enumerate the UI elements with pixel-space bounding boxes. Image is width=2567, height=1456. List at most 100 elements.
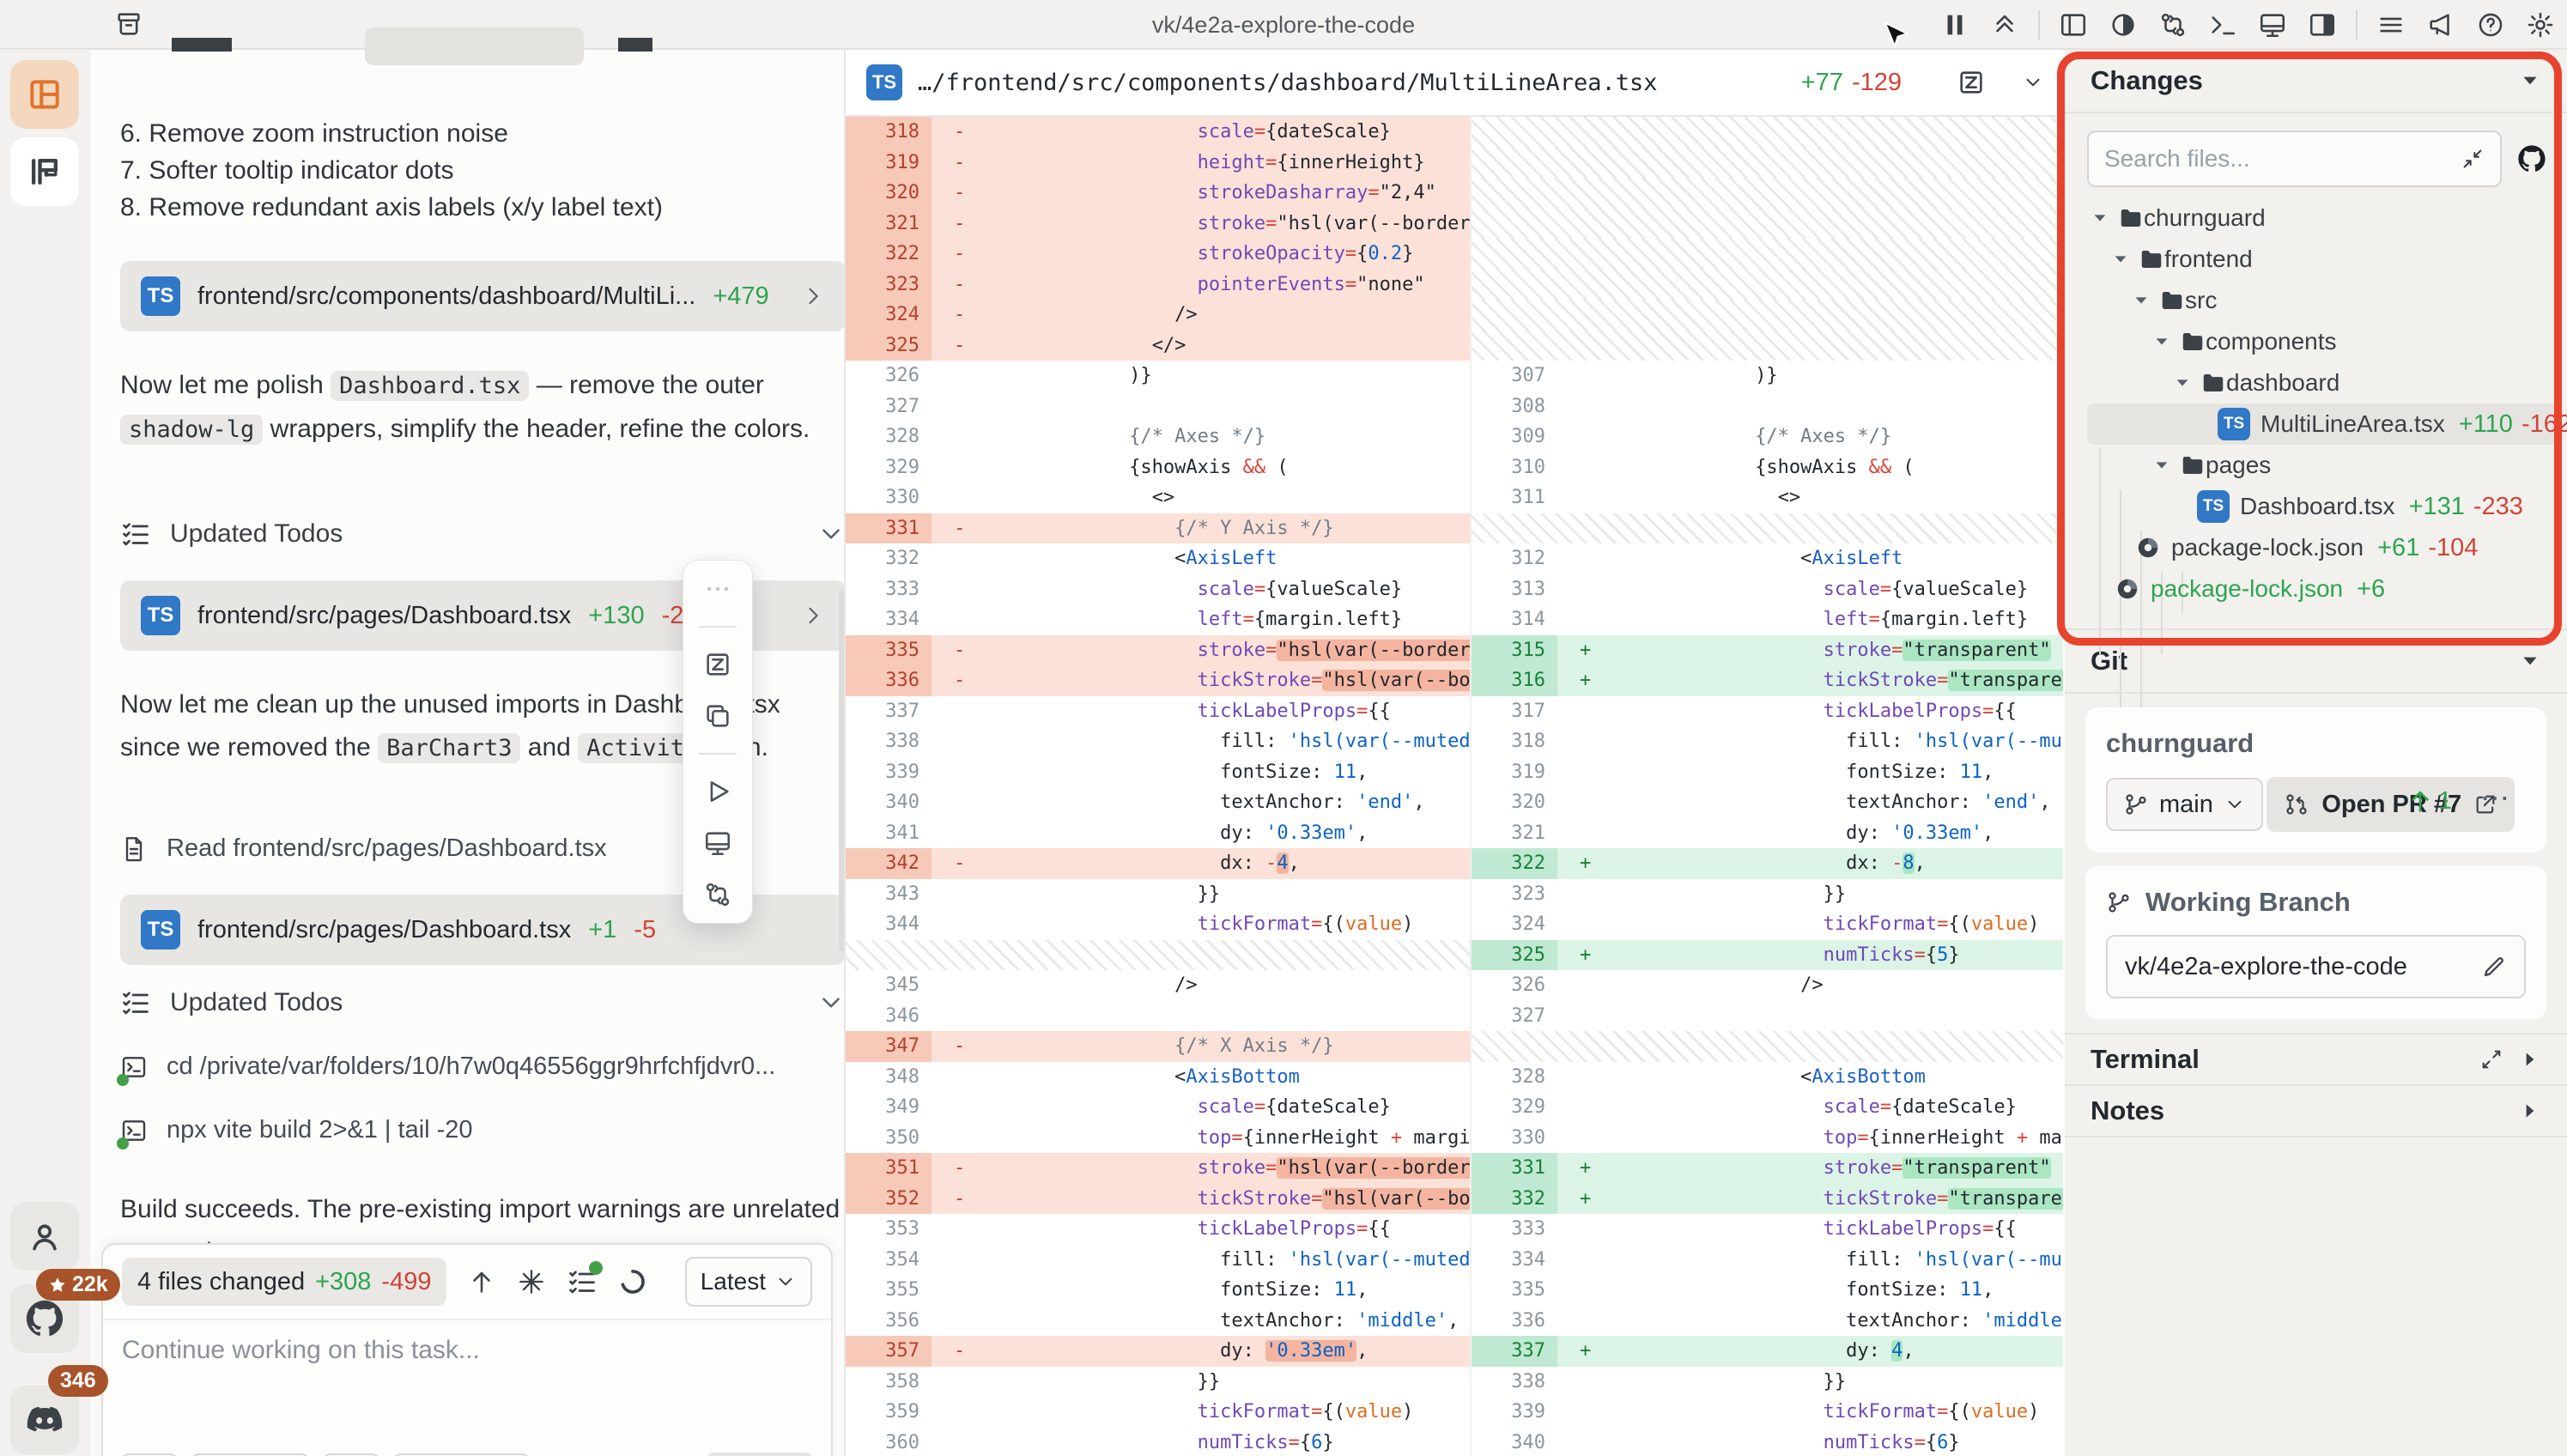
diff-cell-after: 319 fontSize: 11, <box>1470 757 2063 788</box>
terminal-prompt-button[interactable] <box>2206 9 2239 41</box>
code-line: stroke="hsl(var(--border))" <box>981 209 1470 240</box>
diff-cell-before: 334 left={margin.left} <box>846 604 1470 635</box>
tree-item-label: package-lock.json <box>2171 534 2364 561</box>
added-count: +479 <box>713 282 768 311</box>
diff-marker: + <box>1557 1153 1607 1184</box>
layout-panels-icon <box>26 76 64 113</box>
terminal-command-row[interactable]: cd /private/var/folders/10/h7w0q46556ggr… <box>120 1053 846 1081</box>
monitor-button[interactable] <box>703 828 732 858</box>
tree-folder-row[interactable]: dashboard <box>2065 362 2567 403</box>
diff-marker <box>932 574 981 605</box>
clipped-inline-code-chip <box>365 27 584 65</box>
tree-folder-row[interactable]: src <box>2065 280 2567 321</box>
line-number: 346 <box>846 1001 932 1032</box>
assistant-paragraph: Now let me polish Dashboard.tsx — remove… <box>120 364 846 452</box>
version-dropdown[interactable]: Latest <box>685 1257 812 1307</box>
line-number: 314 <box>1472 604 1557 635</box>
message-input[interactable] <box>122 1336 821 1365</box>
todos-status-icon[interactable] <box>567 1266 598 1297</box>
send-button[interactable]: Send <box>706 1453 814 1456</box>
tree-file-row[interactable]: TSMultiLineArea.tsx+110-162 <box>2065 403 2567 445</box>
dots-button[interactable] <box>703 574 732 604</box>
updated-todos-row[interactable]: Updated Todos <box>120 519 846 549</box>
code-line: }} <box>981 1367 1470 1398</box>
fold-triangle-icon[interactable] <box>2152 332 2171 351</box>
fold-triangle-icon[interactable] <box>2173 373 2192 392</box>
git-compare-button[interactable] <box>703 880 732 909</box>
code-line: )} <box>1607 361 2063 391</box>
rail-item-workspace-active[interactable] <box>10 60 79 129</box>
code-line: /> <box>981 970 1470 1001</box>
tree-file-row[interactable]: package-lock.json+6 <box>2065 568 2567 610</box>
terminal-command-row[interactable]: npx vite build 2>&1 | tail -20 <box>120 1116 846 1144</box>
megaphone-icon <box>2424 9 2457 41</box>
notes-section-header[interactable]: Notes <box>2065 1086 2567 1136</box>
code-line: stroke="transparent" <box>1607 1153 2063 1184</box>
copy-button[interactable] <box>703 701 732 731</box>
rail-item-board[interactable] <box>10 137 79 206</box>
diff-row: 337 tickLabelProps={{317 tickLabelProps=… <box>846 696 2065 727</box>
expand-terminal-icon[interactable] <box>2479 1047 2503 1071</box>
monitor-button[interactable] <box>2256 9 2289 41</box>
collapse-tree-icon[interactable] <box>2461 147 2485 171</box>
github-icon[interactable] <box>2517 144 2546 173</box>
open-in-editor-icon[interactable] <box>1957 68 1986 97</box>
gear-button[interactable] <box>2524 9 2557 41</box>
sparkle-icon[interactable] <box>517 1267 546 1296</box>
discord-icon <box>25 1400 64 1440</box>
chevrons-up-button[interactable] <box>1988 9 2021 41</box>
panel-left-button[interactable] <box>2057 9 2090 41</box>
files-changed-chip[interactable]: 4 files changed +308 -499 <box>122 1258 446 1306</box>
git-compare-button[interactable] <box>2157 9 2189 41</box>
help-button[interactable] <box>2474 9 2507 41</box>
fold-triangle-icon[interactable] <box>2091 209 2109 228</box>
fold-triangle-icon[interactable] <box>2111 250 2130 269</box>
code-line <box>1607 391 2063 422</box>
scroll-top-icon[interactable] <box>467 1267 496 1296</box>
code-line: {/* Axes */} <box>981 422 1470 452</box>
branch-selector[interactable]: main <box>2106 778 2263 831</box>
chat-scrollbar[interactable] <box>839 591 844 951</box>
github-stars-badge: 22k <box>36 1269 120 1301</box>
fold-triangle-icon[interactable] <box>2152 456 2171 475</box>
panel-right-button[interactable] <box>2306 9 2339 41</box>
tree-folder-row[interactable]: pages <box>2065 445 2567 486</box>
repo-more-menu[interactable]: ⋯ <box>2480 781 2512 816</box>
changes-section-header[interactable]: Changes <box>2065 50 2567 112</box>
edit-branch-icon[interactable] <box>2481 954 2507 980</box>
tree-folder-row[interactable]: churnguard <box>2065 197 2567 239</box>
menu-button[interactable] <box>2375 9 2407 41</box>
play-button[interactable] <box>703 777 732 806</box>
diff-marker <box>1557 1397 1607 1428</box>
tree-folder-row[interactable]: frontend <box>2065 239 2567 280</box>
updated-todos-row[interactable]: Updated Todos <box>120 987 846 1018</box>
tree-file-row[interactable]: package-lock.json+61-104 <box>2065 527 2567 568</box>
working-branch-field[interactable] <box>2106 935 2526 998</box>
pause-button[interactable] <box>1939 9 1971 41</box>
code-line: stroke="hsl(var(--border))" <box>981 635 1470 666</box>
zed-button[interactable] <box>703 650 732 679</box>
file-change-card[interactable]: TSfrontend/src/components/dashboard/Mult… <box>120 261 846 331</box>
diff-body[interactable]: 318- scale={dateScale}319- height={inner… <box>846 117 2065 1456</box>
terminal-section-header[interactable]: Terminal <box>2065 1034 2567 1084</box>
folder-icon <box>2180 452 2206 478</box>
diff-cell-after: 327 <box>1470 1001 2063 1032</box>
ts-file-icon: TS <box>866 64 902 100</box>
tree-file-row[interactable]: TSDashboard.tsx+131-233 <box>2065 486 2567 527</box>
working-branch-input[interactable] <box>2125 953 2481 981</box>
chevron-down-icon[interactable] <box>816 519 846 549</box>
collapse-diff-icon[interactable] <box>2022 71 2044 94</box>
diff-marker <box>1557 422 1607 452</box>
file-search-input[interactable] <box>2104 145 2461 173</box>
paragraph-text: — remove the outer <box>529 371 763 399</box>
tree-folder-row[interactable]: components <box>2065 321 2567 362</box>
diff-row: 350 top={innerHeight + margin.top}330 to… <box>846 1123 2065 1154</box>
rail-item-account[interactable] <box>10 1202 79 1271</box>
open-pr-button[interactable]: Open PR #7 <box>2267 777 2515 832</box>
fold-triangle-icon[interactable] <box>2132 291 2151 310</box>
megaphone-button[interactable] <box>2424 9 2457 41</box>
chevron-down-icon[interactable] <box>816 988 846 1017</box>
file-search-box[interactable] <box>2087 130 2502 187</box>
contrast-button[interactable] <box>2107 9 2139 41</box>
diff-cell-after: 320 textAnchor: 'end', <box>1470 787 2063 818</box>
